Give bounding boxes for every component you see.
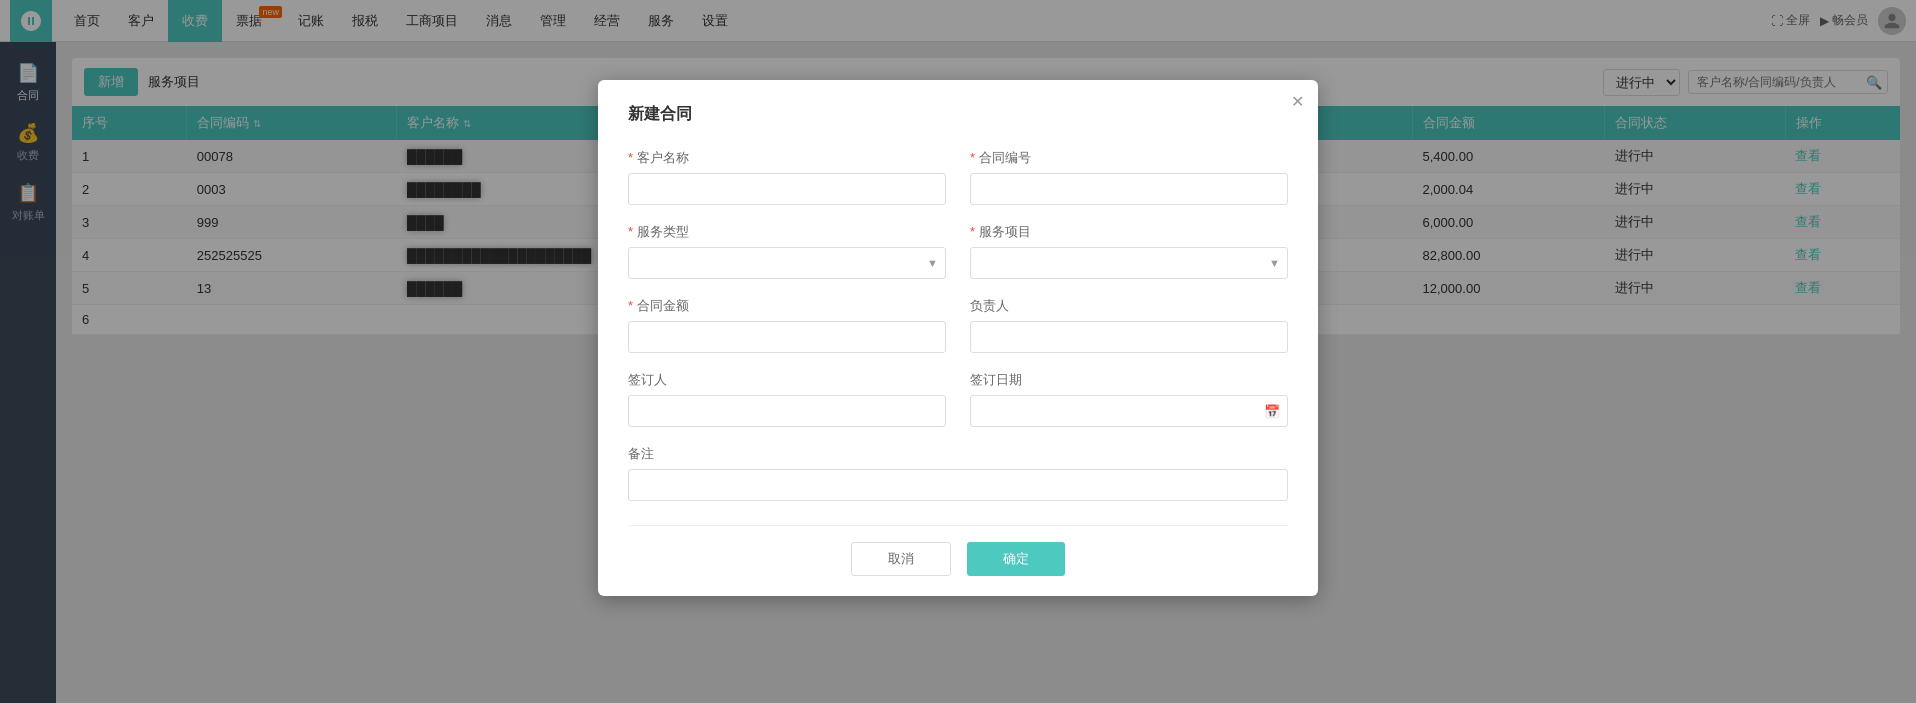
- field-amount: 合同金额 0.00: [628, 297, 946, 353]
- note-label: 备注: [628, 445, 1288, 463]
- field-service-item: 服务项目 ▼: [970, 223, 1288, 279]
- contract-no-input[interactable]: [970, 173, 1288, 205]
- note-input[interactable]: [628, 469, 1288, 501]
- sign-date-label: 签订日期: [970, 371, 1288, 389]
- new-contract-modal: ✕ 新建合同 客户名称 合同编号 服务类型 ▼ 服务项目: [598, 80, 1318, 596]
- cancel-button[interactable]: 取消: [851, 542, 951, 576]
- modal-footer: 取消 确定: [628, 525, 1288, 576]
- field-sign-date: 签订日期 2023-06-06 📅: [970, 371, 1288, 427]
- sign-date-input[interactable]: 2023-06-06: [970, 395, 1288, 427]
- customer-name-label: 客户名称: [628, 149, 946, 167]
- field-responsible: 负责人: [970, 297, 1288, 353]
- form-row-4: 签订人 签订日期 2023-06-06 📅: [628, 371, 1288, 427]
- form-row-5: 备注: [628, 445, 1288, 501]
- service-type-select-wrap: ▼: [628, 247, 946, 279]
- field-contract-no: 合同编号: [970, 149, 1288, 205]
- responsible-label: 负责人: [970, 297, 1288, 315]
- responsible-input[interactable]: [970, 321, 1288, 353]
- field-service-type: 服务类型 ▼: [628, 223, 946, 279]
- modal-overlay: ✕ 新建合同 客户名称 合同编号 服务类型 ▼ 服务项目: [0, 0, 1916, 703]
- confirm-button[interactable]: 确定: [967, 542, 1065, 576]
- modal-close-button[interactable]: ✕: [1291, 92, 1304, 111]
- field-customer-name: 客户名称: [628, 149, 946, 205]
- form-row-1: 客户名称 合同编号: [628, 149, 1288, 205]
- customer-name-input[interactable]: [628, 173, 946, 205]
- amount-input[interactable]: 0.00: [628, 321, 946, 353]
- contract-no-label: 合同编号: [970, 149, 1288, 167]
- form-row-3: 合同金额 0.00 负责人: [628, 297, 1288, 353]
- field-signer: 签订人: [628, 371, 946, 427]
- amount-label: 合同金额: [628, 297, 946, 315]
- service-item-select-wrap: ▼: [970, 247, 1288, 279]
- service-type-label: 服务类型: [628, 223, 946, 241]
- sign-date-wrap: 2023-06-06 📅: [970, 395, 1288, 427]
- form-row-2: 服务类型 ▼ 服务项目 ▼: [628, 223, 1288, 279]
- service-type-select[interactable]: [628, 247, 946, 279]
- field-note: 备注: [628, 445, 1288, 501]
- signer-input[interactable]: [628, 395, 946, 427]
- calendar-icon: 📅: [1264, 404, 1280, 419]
- signer-label: 签订人: [628, 371, 946, 389]
- modal-title: 新建合同: [628, 104, 1288, 125]
- service-item-label: 服务项目: [970, 223, 1288, 241]
- service-item-select[interactable]: [970, 247, 1288, 279]
